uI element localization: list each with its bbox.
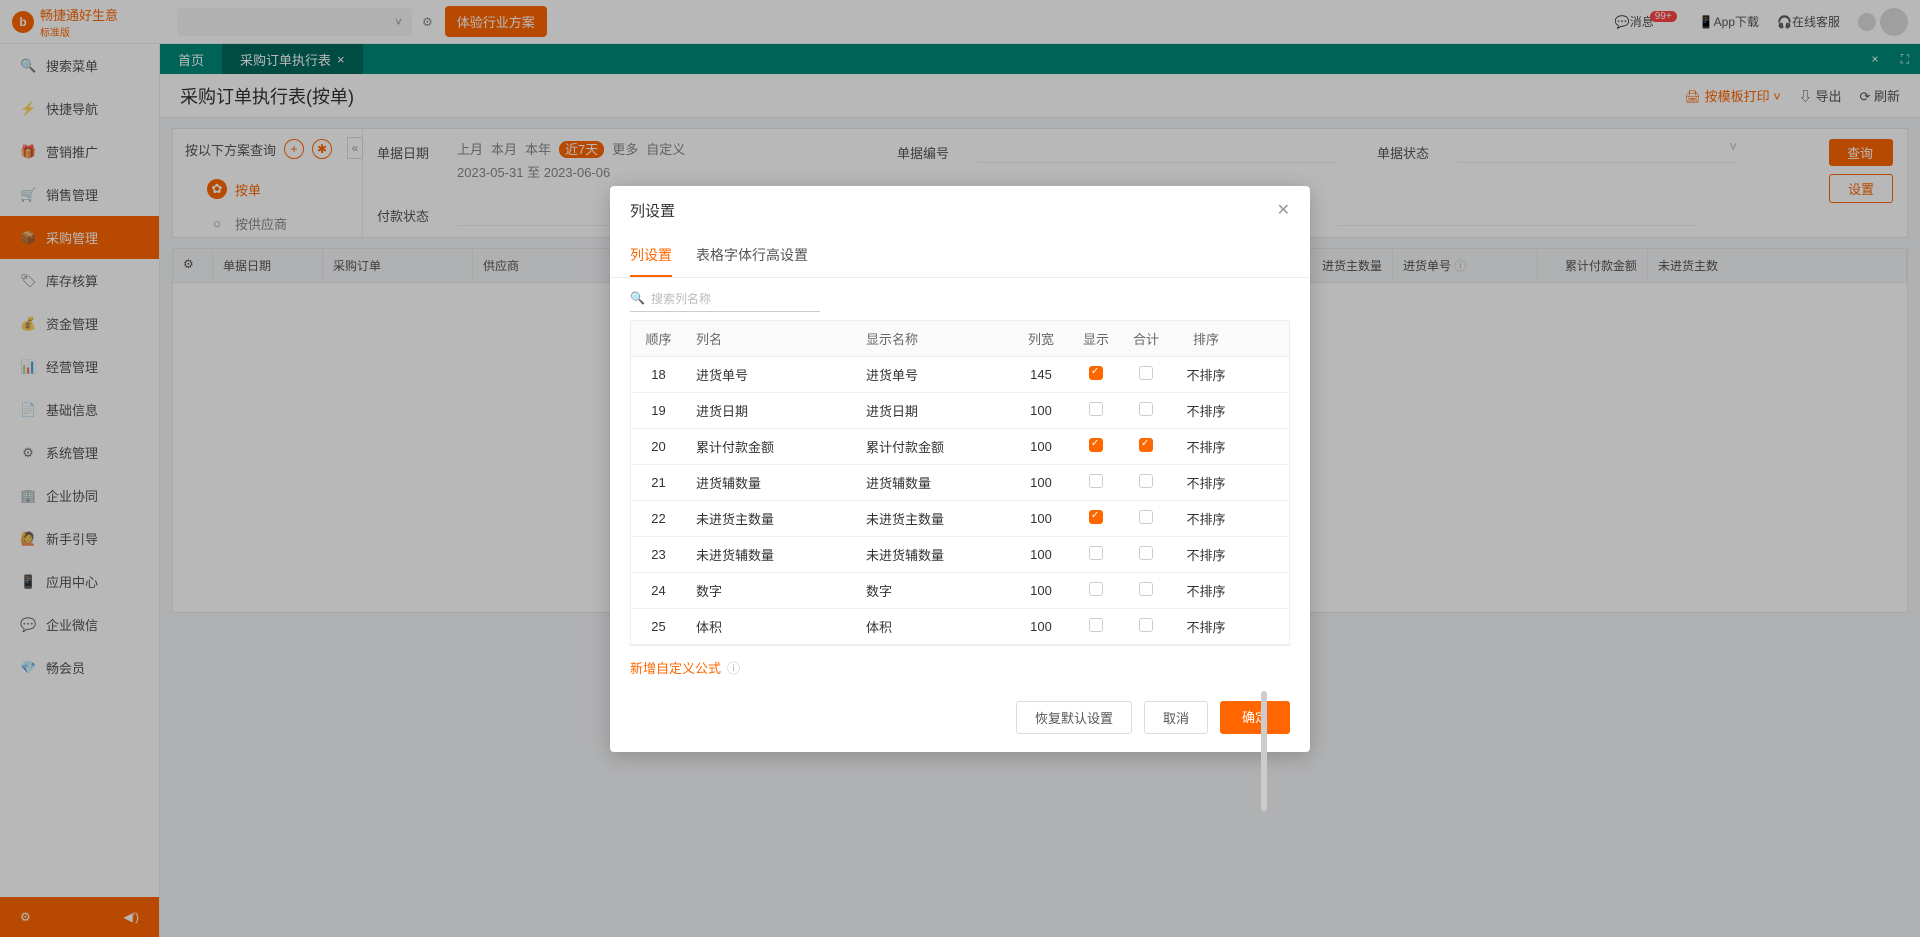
cell-name: 进货辅数量 <box>686 465 856 500</box>
show-checkbox[interactable] <box>1089 618 1103 632</box>
column-row: 19进货日期进货日期100不排序 <box>631 393 1289 429</box>
hdr-disp: 显示名称 <box>856 321 1011 356</box>
cell-seq: 25 <box>631 611 686 642</box>
sort-select[interactable]: 不排序 <box>1171 357 1241 392</box>
cell-disp[interactable]: 体积 <box>856 609 1011 644</box>
cell-seq: 19 <box>631 395 686 426</box>
cell-width[interactable]: 100 <box>1011 539 1071 570</box>
cell-disp[interactable]: 累计付款金额 <box>856 429 1011 464</box>
column-row: 20累计付款金额累计付款金额100不排序 <box>631 429 1289 465</box>
column-row: 21进货辅数量进货辅数量100不排序 <box>631 465 1289 501</box>
sum-checkbox[interactable] <box>1139 582 1153 596</box>
show-checkbox[interactable] <box>1089 582 1103 596</box>
dialog-title: 列设置 <box>630 200 675 221</box>
cell-seq: 22 <box>631 503 686 534</box>
cell-width[interactable]: 100 <box>1011 503 1071 534</box>
cell-name: 数字 <box>686 573 856 608</box>
cell-name: 进货单号 <box>686 357 856 392</box>
sum-checkbox[interactable] <box>1139 474 1153 488</box>
search-icon: 🔍 <box>630 291 645 305</box>
sort-select[interactable]: 不排序 <box>1171 393 1241 428</box>
hdr-seq: 顺序 <box>631 321 686 356</box>
cell-width[interactable]: 145 <box>1011 359 1071 390</box>
cell-name: 未进货主数量 <box>686 501 856 536</box>
add-formula-link[interactable]: 新增自定义公式 <box>630 658 721 677</box>
cell-seq: 23 <box>631 539 686 570</box>
sum-checkbox[interactable] <box>1139 546 1153 560</box>
hdr-show: 显示 <box>1071 321 1121 356</box>
cell-seq: 21 <box>631 467 686 498</box>
column-row: 24数字数字100不排序 <box>631 573 1289 609</box>
sort-select[interactable]: 不排序 <box>1171 573 1241 608</box>
column-search-input[interactable]: 🔍 搜索列名称 <box>630 290 820 312</box>
scrollbar[interactable] <box>1261 691 1267 811</box>
cell-disp[interactable]: 进货日期 <box>856 393 1011 428</box>
cell-disp[interactable]: 进货辅数量 <box>856 465 1011 500</box>
cell-width[interactable]: 100 <box>1011 431 1071 462</box>
dialog-tab-font[interactable]: 表格字体行高设置 <box>696 235 808 277</box>
hdr-name: 列名 <box>686 321 856 356</box>
column-row: 23未进货辅数量未进货辅数量100不排序 <box>631 537 1289 573</box>
dialog-close-icon[interactable]: ✕ <box>1277 200 1290 220</box>
column-row: 25体积体积100不排序 <box>631 609 1289 645</box>
show-checkbox[interactable] <box>1089 402 1103 416</box>
column-row: 18进货单号进货单号145不排序 <box>631 357 1289 393</box>
reset-default-button[interactable]: 恢复默认设置 <box>1016 701 1132 734</box>
ok-button[interactable]: 确定 <box>1220 701 1290 734</box>
cancel-button[interactable]: 取消 <box>1144 701 1208 734</box>
sum-checkbox[interactable] <box>1139 366 1153 380</box>
sum-checkbox[interactable] <box>1139 618 1153 632</box>
cell-width[interactable]: 100 <box>1011 611 1071 642</box>
cell-width[interactable]: 100 <box>1011 575 1071 606</box>
sort-select[interactable]: 不排序 <box>1171 609 1241 644</box>
dialog-tab-columns[interactable]: 列设置 <box>630 235 672 277</box>
cell-name: 体积 <box>686 609 856 644</box>
sort-select[interactable]: 不排序 <box>1171 465 1241 500</box>
hdr-sort: 排序 <box>1171 321 1241 356</box>
show-checkbox[interactable] <box>1089 474 1103 488</box>
cell-seq: 20 <box>631 431 686 462</box>
cell-disp[interactable]: 未进货主数量 <box>856 501 1011 536</box>
column-settings-dialog: 列设置 ✕ 列设置 表格字体行高设置 🔍 搜索列名称 顺序 列名 显示名称 列宽… <box>610 186 1310 752</box>
cell-width[interactable]: 100 <box>1011 467 1071 498</box>
cell-width[interactable]: 100 <box>1011 395 1071 426</box>
column-row: 22未进货主数量未进货主数量100不排序 <box>631 501 1289 537</box>
hdr-sum: 合计 <box>1121 321 1171 356</box>
cell-seq: 18 <box>631 359 686 390</box>
show-checkbox[interactable] <box>1089 438 1103 452</box>
cell-name: 累计付款金额 <box>686 429 856 464</box>
cell-disp[interactable]: 进货单号 <box>856 357 1011 392</box>
cell-name: 未进货辅数量 <box>686 537 856 572</box>
sum-checkbox[interactable] <box>1139 510 1153 524</box>
sum-checkbox[interactable] <box>1139 402 1153 416</box>
show-checkbox[interactable] <box>1089 366 1103 380</box>
sort-select[interactable]: 不排序 <box>1171 429 1241 464</box>
cell-seq: 24 <box>631 575 686 606</box>
show-checkbox[interactable] <box>1089 510 1103 524</box>
help-icon[interactable]: ⓘ <box>727 658 740 677</box>
sort-select[interactable]: 不排序 <box>1171 501 1241 536</box>
hdr-width: 列宽 <box>1011 321 1071 356</box>
show-checkbox[interactable] <box>1089 546 1103 560</box>
cell-disp[interactable]: 未进货辅数量 <box>856 537 1011 572</box>
cell-disp[interactable]: 数字 <box>856 573 1011 608</box>
cell-name: 进货日期 <box>686 393 856 428</box>
sort-select[interactable]: 不排序 <box>1171 537 1241 572</box>
sum-checkbox[interactable] <box>1139 438 1153 452</box>
